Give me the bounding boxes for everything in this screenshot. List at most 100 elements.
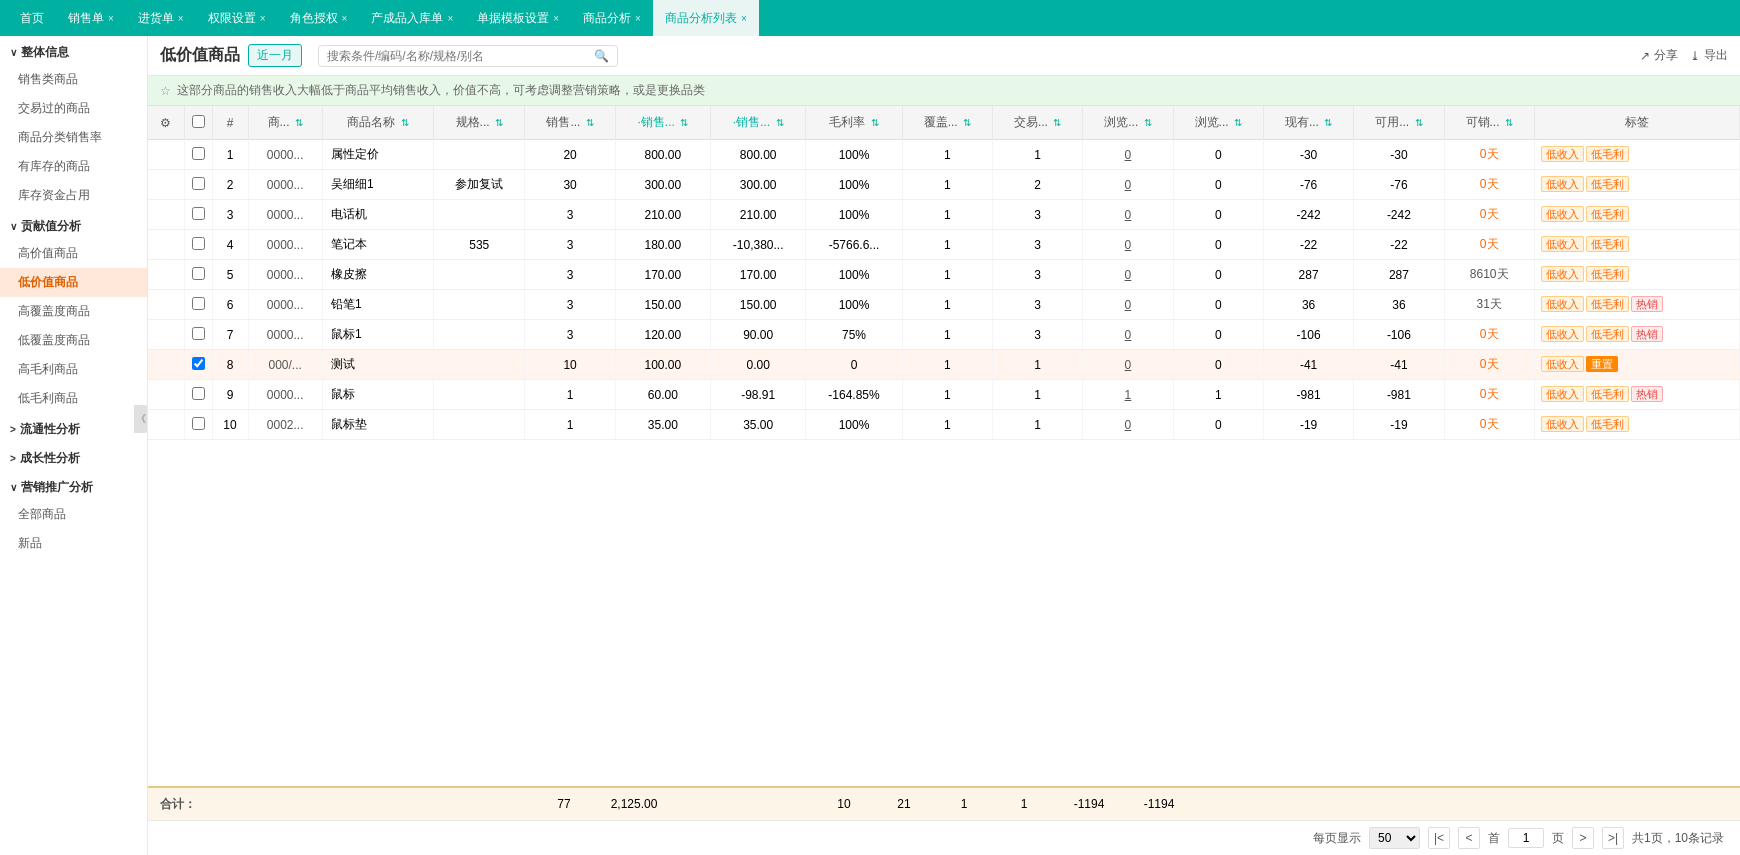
next-page-btn[interactable]: > (1572, 827, 1594, 849)
td-spec: 参加复试 (434, 170, 525, 200)
td-checkbox[interactable] (184, 260, 212, 290)
td-margin: 100% (806, 290, 902, 320)
search-icon[interactable]: 🔍 (594, 49, 609, 63)
nav-close-purchase[interactable]: × (178, 13, 184, 24)
nav-sales-order[interactable]: 销售单 × (56, 0, 126, 36)
sidebar-item-high-margin[interactable]: 高毛利商品 (0, 355, 147, 384)
td-browse1[interactable]: 0 (1083, 170, 1173, 200)
share-button[interactable]: ↗ 分享 (1640, 47, 1678, 64)
nav-close-product[interactable]: × (447, 13, 453, 24)
th-gear[interactable]: ⚙ (148, 106, 184, 140)
prev-page-btn[interactable]: < (1458, 827, 1480, 849)
nav-template-settings[interactable]: 单据模板设置 × (465, 0, 571, 36)
sidebar-item-stock-capital[interactable]: 库存资金占用 (0, 181, 147, 210)
td-browse1[interactable]: 0 (1083, 350, 1173, 380)
td-checkbox[interactable] (184, 350, 212, 380)
td-stock1: -19 (1263, 410, 1353, 440)
sidebar-group-flow[interactable]: > 流通性分析 (0, 413, 147, 442)
td-browse1[interactable]: 0 (1083, 290, 1173, 320)
select-all-checkbox[interactable] (192, 115, 205, 128)
sidebar-item-low-coverage[interactable]: 低覆盖度商品 (0, 326, 147, 355)
th-checkbox[interactable] (184, 106, 212, 140)
th-stock1[interactable]: 现有... ⇅ (1263, 106, 1353, 140)
search-input[interactable] (327, 49, 594, 63)
td-checkbox[interactable] (184, 170, 212, 200)
nav-home[interactable]: 首页 (8, 0, 56, 36)
td-browse1[interactable]: 0 (1083, 320, 1173, 350)
td-checkbox[interactable] (184, 380, 212, 410)
td-checkbox[interactable] (184, 230, 212, 260)
th-tags: 标签 (1534, 106, 1739, 140)
last-page-btn[interactable]: >| (1602, 827, 1624, 849)
current-page-input[interactable] (1508, 828, 1544, 848)
export-icon: ⤓ (1690, 49, 1700, 63)
th-trade[interactable]: 交易... ⇅ (992, 106, 1082, 140)
footer-s1: 77 (534, 797, 594, 811)
th-s2[interactable]: ·销售... ⇅ (615, 106, 710, 140)
td-name: 鼠标 (322, 380, 433, 410)
td-browse1[interactable]: 0 (1083, 230, 1173, 260)
sidebar-item-high-value[interactable]: 高价值商品 (0, 239, 147, 268)
time-filter-btn[interactable]: 近一月 (248, 44, 302, 67)
th-browse2[interactable]: 浏览... ⇅ (1173, 106, 1263, 140)
td-checkbox[interactable] (184, 410, 212, 440)
td-gear (148, 290, 184, 320)
nav-permissions[interactable]: 权限设置 × (196, 0, 278, 36)
sidebar-group-overall[interactable]: ∨ 整体信息 (0, 36, 147, 65)
nav-close-analysis[interactable]: × (635, 13, 641, 24)
td-checkbox[interactable] (184, 140, 212, 170)
nav-close-role[interactable]: × (342, 13, 348, 24)
per-page-select[interactable]: 50 100 200 (1369, 827, 1420, 849)
sidebar-item-sales-products[interactable]: 销售类商品 (0, 65, 147, 94)
td-tags: 低收入低毛利 (1534, 170, 1739, 200)
td-browse1[interactable]: 1 (1083, 380, 1173, 410)
sidebar-item-low-margin[interactable]: 低毛利商品 (0, 384, 147, 413)
nav-role-auth[interactable]: 角色授权 × (278, 0, 360, 36)
th-s3[interactable]: ·销售... ⇅ (711, 106, 806, 140)
td-checkbox[interactable] (184, 200, 212, 230)
th-stock2[interactable]: 可用... ⇅ (1354, 106, 1444, 140)
th-cover[interactable]: 覆盖... ⇅ (902, 106, 992, 140)
nav-product-stock[interactable]: 产成品入库单 × (359, 0, 465, 36)
nav-close-permissions[interactable]: × (260, 13, 266, 24)
td-checkbox[interactable] (184, 320, 212, 350)
sidebar-collapse-btn[interactable]: 《 (134, 405, 148, 433)
th-code[interactable]: 商... ⇅ (248, 106, 322, 140)
sidebar-group-marketing[interactable]: ∨ 营销推广分析 (0, 471, 147, 500)
td-stock2: -22 (1354, 230, 1444, 260)
td-trade: 3 (992, 200, 1082, 230)
sidebar-item-high-coverage[interactable]: 高覆盖度商品 (0, 297, 147, 326)
sidebar-item-traded-products[interactable]: 交易过的商品 (0, 94, 147, 123)
th-spec[interactable]: 规格... ⇅ (434, 106, 525, 140)
sidebar-item-new-products[interactable]: 新品 (0, 529, 147, 558)
th-s1[interactable]: 销售... ⇅ (525, 106, 615, 140)
nav-close-template[interactable]: × (553, 13, 559, 24)
sort-icon-stock1: ⇅ (1324, 117, 1332, 128)
nav-product-analysis-list[interactable]: 商品分析列表 × (653, 0, 759, 36)
export-button[interactable]: ⤓ 导出 (1690, 47, 1728, 64)
td-num: 1 (212, 140, 248, 170)
td-stock1: -106 (1263, 320, 1353, 350)
th-browse1[interactable]: 浏览... ⇅ (1083, 106, 1173, 140)
sidebar-item-in-stock[interactable]: 有库存的商品 (0, 152, 147, 181)
th-name[interactable]: 商品名称 ⇅ (322, 106, 433, 140)
nav-close-analysis-list[interactable]: × (741, 13, 747, 24)
sidebar-item-category-sales-rate[interactable]: 商品分类销售率 (0, 123, 147, 152)
sidebar-group-contribution[interactable]: ∨ 贡献值分析 (0, 210, 147, 239)
td-stock1: -242 (1263, 200, 1353, 230)
td-browse2: 0 (1173, 230, 1263, 260)
th-margin[interactable]: 毛利率 ⇅ (806, 106, 902, 140)
sidebar-group-growth[interactable]: > 成长性分析 (0, 442, 147, 471)
sidebar-item-low-value[interactable]: 低价值商品 (0, 268, 147, 297)
td-checkbox[interactable] (184, 290, 212, 320)
td-browse1[interactable]: 0 (1083, 140, 1173, 170)
first-page-btn[interactable]: |< (1428, 827, 1450, 849)
th-saleable[interactable]: 可销... ⇅ (1444, 106, 1534, 140)
td-browse1[interactable]: 0 (1083, 200, 1173, 230)
nav-product-analysis[interactable]: 商品分析 × (571, 0, 653, 36)
td-browse1[interactable]: 0 (1083, 260, 1173, 290)
nav-close-sales[interactable]: × (108, 13, 114, 24)
sidebar-item-all-products[interactable]: 全部商品 (0, 500, 147, 529)
td-browse1[interactable]: 0 (1083, 410, 1173, 440)
nav-purchase-order[interactable]: 进货单 × (126, 0, 196, 36)
